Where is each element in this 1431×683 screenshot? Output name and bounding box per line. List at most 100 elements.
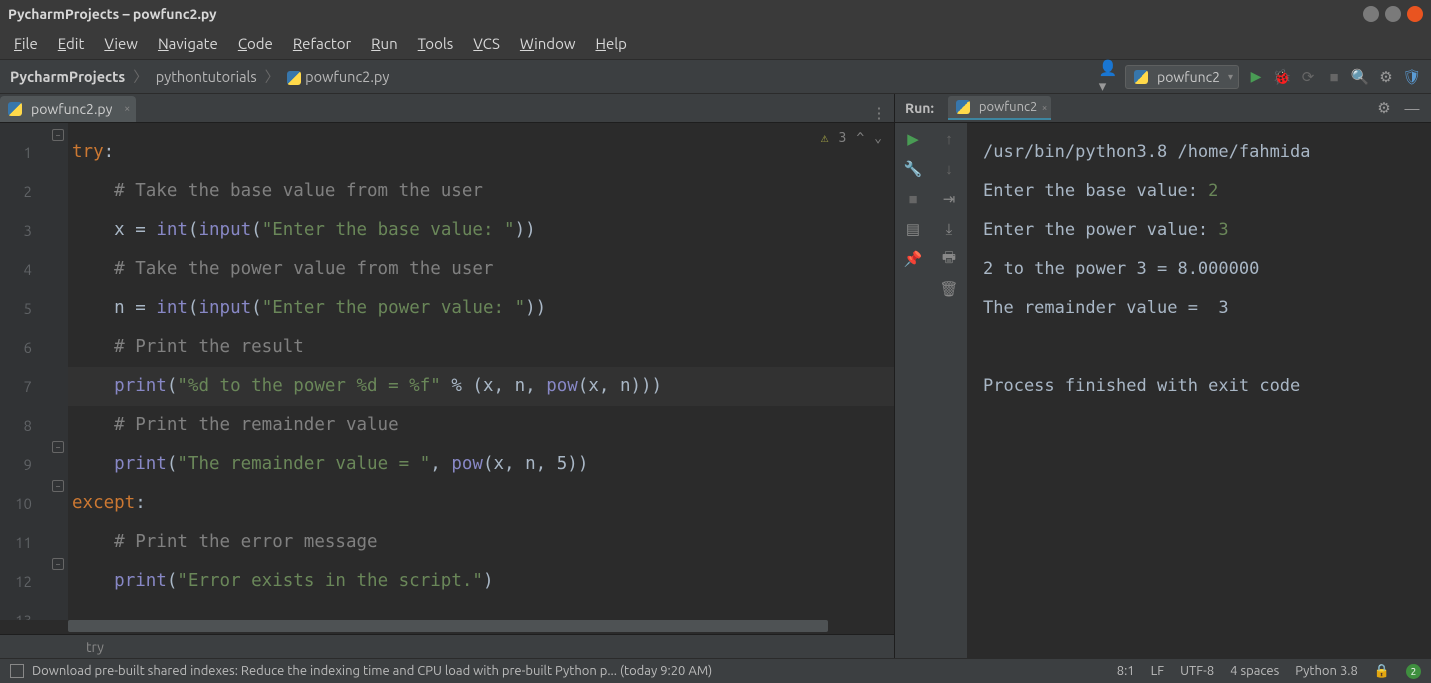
wrench-icon[interactable]: 🔧 bbox=[903, 159, 923, 179]
code-line[interactable]: try: bbox=[68, 133, 894, 172]
python-icon bbox=[1134, 70, 1148, 84]
gutter: 12345678910111213 bbox=[0, 123, 50, 620]
line-number: 1 bbox=[0, 133, 50, 172]
breadcrumb-folder[interactable]: pythontutorials bbox=[156, 68, 257, 85]
code-line[interactable] bbox=[68, 601, 894, 620]
coverage-icon[interactable]: ⟳ bbox=[1299, 68, 1317, 86]
menu-item-help[interactable]: Help bbox=[587, 32, 634, 55]
fold-icon[interactable]: − bbox=[52, 129, 64, 141]
line-number: 8 bbox=[0, 406, 50, 445]
more-icon[interactable]: ⋮ bbox=[870, 104, 888, 122]
titlebar: PycharmProjects – powfunc2.py bbox=[0, 0, 1431, 28]
output-line: 2 to the power 3 = 8.000000 bbox=[983, 250, 1431, 289]
down-icon[interactable]: ↓ bbox=[939, 159, 959, 179]
indent[interactable]: 4 spaces bbox=[1230, 664, 1279, 678]
editor-tab[interactable]: powfunc2.py × bbox=[0, 96, 136, 122]
horizontal-scrollbar[interactable] bbox=[0, 620, 894, 634]
tool-window-icon[interactable] bbox=[10, 664, 24, 678]
close-icon[interactable]: × bbox=[124, 103, 130, 115]
line-number: 13 bbox=[0, 601, 50, 620]
output-line: /usr/bin/python3.8 /home/fahmida bbox=[983, 133, 1431, 172]
trash-icon[interactable]: 🗑 bbox=[939, 279, 959, 299]
line-number: 2 bbox=[0, 172, 50, 211]
fold-icon[interactable]: − bbox=[52, 558, 64, 570]
up-icon[interactable]: ↑ bbox=[939, 129, 959, 149]
debug-icon[interactable]: 🐞 bbox=[1273, 68, 1291, 86]
maximize-button[interactable] bbox=[1385, 6, 1401, 22]
run-config-label: powfunc2 bbox=[1157, 69, 1220, 85]
line-number: 12 bbox=[0, 562, 50, 601]
code-line[interactable]: print("The remainder value = ", pow(x, n… bbox=[68, 445, 894, 484]
scroll-to-end-icon[interactable]: ⤓ bbox=[939, 219, 959, 239]
window-title: PycharmProjects – powfunc2.py bbox=[8, 6, 217, 22]
breadcrumb-project[interactable]: PycharmProjects bbox=[10, 68, 125, 85]
code-line[interactable]: except: bbox=[68, 484, 894, 523]
menu-item-run[interactable]: Run bbox=[363, 32, 406, 55]
python-icon bbox=[956, 100, 970, 114]
line-number: 7 bbox=[0, 367, 50, 406]
hide-icon[interactable]: — bbox=[1403, 99, 1421, 117]
line-number: 6 bbox=[0, 328, 50, 367]
rerun-icon[interactable]: ▶ bbox=[903, 129, 923, 149]
stop-icon[interactable]: ■ bbox=[1325, 68, 1343, 86]
status-message[interactable]: Download pre-built shared indexes: Reduc… bbox=[32, 664, 712, 678]
output-line: Enter the base value: 2 bbox=[983, 172, 1431, 211]
menu-item-edit[interactable]: Edit bbox=[50, 32, 93, 55]
menu-item-file[interactable]: File bbox=[6, 32, 46, 55]
menu-item-navigate[interactable]: Navigate bbox=[150, 32, 226, 55]
line-separator[interactable]: LF bbox=[1151, 664, 1164, 678]
menu-item-tools[interactable]: Tools bbox=[410, 32, 462, 55]
minimize-button[interactable] bbox=[1363, 6, 1379, 22]
code-line[interactable]: n = int(input("Enter the power value: ")… bbox=[68, 289, 894, 328]
shield-icon[interactable]: 🛡 bbox=[1403, 68, 1421, 86]
menu-item-view[interactable]: View bbox=[96, 32, 146, 55]
user-add-icon[interactable]: 👤▾ bbox=[1099, 68, 1117, 86]
code-line[interactable]: # Take the base value from the user bbox=[68, 172, 894, 211]
run-tab-label: powfunc2 bbox=[979, 100, 1037, 114]
lock-icon[interactable]: 🔒 bbox=[1374, 664, 1390, 679]
line-number: 4 bbox=[0, 250, 50, 289]
pin-icon[interactable]: 📌 bbox=[903, 249, 923, 269]
breadcrumb-file[interactable]: powfunc2.py bbox=[287, 68, 389, 85]
run-config-selector[interactable]: powfunc2 bbox=[1125, 65, 1239, 89]
search-icon[interactable]: 🔍 bbox=[1351, 68, 1369, 86]
chevron-up-icon[interactable]: ^ bbox=[856, 131, 864, 146]
layout-icon[interactable]: ▤ bbox=[903, 219, 923, 239]
settings-icon[interactable]: ⚙ bbox=[1377, 68, 1395, 86]
code-line[interactable]: print("Error exists in the script.") bbox=[68, 562, 894, 601]
menu-item-code[interactable]: Code bbox=[230, 32, 281, 55]
notification-badge[interactable]: 2 bbox=[1406, 664, 1421, 679]
chevron-down-icon[interactable]: ⌄ bbox=[874, 131, 882, 146]
menu-item-window[interactable]: Window bbox=[512, 32, 584, 55]
encoding[interactable]: UTF-8 bbox=[1180, 664, 1214, 678]
code-line[interactable]: print("%d to the power %d = %f" % (x, n,… bbox=[68, 367, 894, 406]
settings-icon[interactable]: ⚙ bbox=[1375, 99, 1393, 117]
print-icon[interactable]: 🖶 bbox=[939, 249, 959, 269]
caret-position[interactable]: 8:1 bbox=[1117, 664, 1135, 678]
run-output[interactable]: /usr/bin/python3.8 /home/fahmidaEnter th… bbox=[967, 123, 1431, 658]
fold-icon[interactable]: − bbox=[52, 480, 64, 492]
inspection-badges[interactable]: ⚠ 3 ^ ⌄ bbox=[821, 131, 882, 146]
code-line[interactable]: # Print the result bbox=[68, 328, 894, 367]
context-bar: try bbox=[0, 634, 894, 658]
stop-icon[interactable]: ■ bbox=[903, 189, 923, 209]
run-pane: Run: powfunc2 × ⚙ — ▶ 🔧 ■ ▤ bbox=[895, 94, 1431, 658]
fold-column: − − − − bbox=[50, 123, 68, 620]
menu-item-refactor[interactable]: Refactor bbox=[285, 32, 359, 55]
run-icon[interactable]: ▶ bbox=[1247, 68, 1265, 86]
code-line[interactable]: # Print the remainder value bbox=[68, 406, 894, 445]
output-line: Enter the power value: 3 bbox=[983, 211, 1431, 250]
code-line[interactable]: # Print the error message bbox=[68, 523, 894, 562]
code-area[interactable]: ⚠ 3 ^ ⌄ try: # Take the base value from … bbox=[68, 123, 894, 620]
close-button[interactable] bbox=[1407, 6, 1423, 22]
editor-tab-label: powfunc2.py bbox=[31, 101, 112, 117]
code-line[interactable]: x = int(input("Enter the base value: ")) bbox=[68, 211, 894, 250]
close-icon[interactable]: × bbox=[1042, 102, 1048, 113]
run-tab[interactable]: powfunc2 × bbox=[948, 96, 1051, 120]
menu-item-vcs[interactable]: VCS bbox=[465, 32, 508, 55]
soft-wrap-icon[interactable]: ⇥ bbox=[939, 189, 959, 209]
fold-icon[interactable]: − bbox=[52, 441, 64, 453]
code-line[interactable]: # Take the power value from the user bbox=[68, 250, 894, 289]
interpreter[interactable]: Python 3.8 bbox=[1295, 664, 1358, 678]
window-controls bbox=[1363, 6, 1423, 22]
